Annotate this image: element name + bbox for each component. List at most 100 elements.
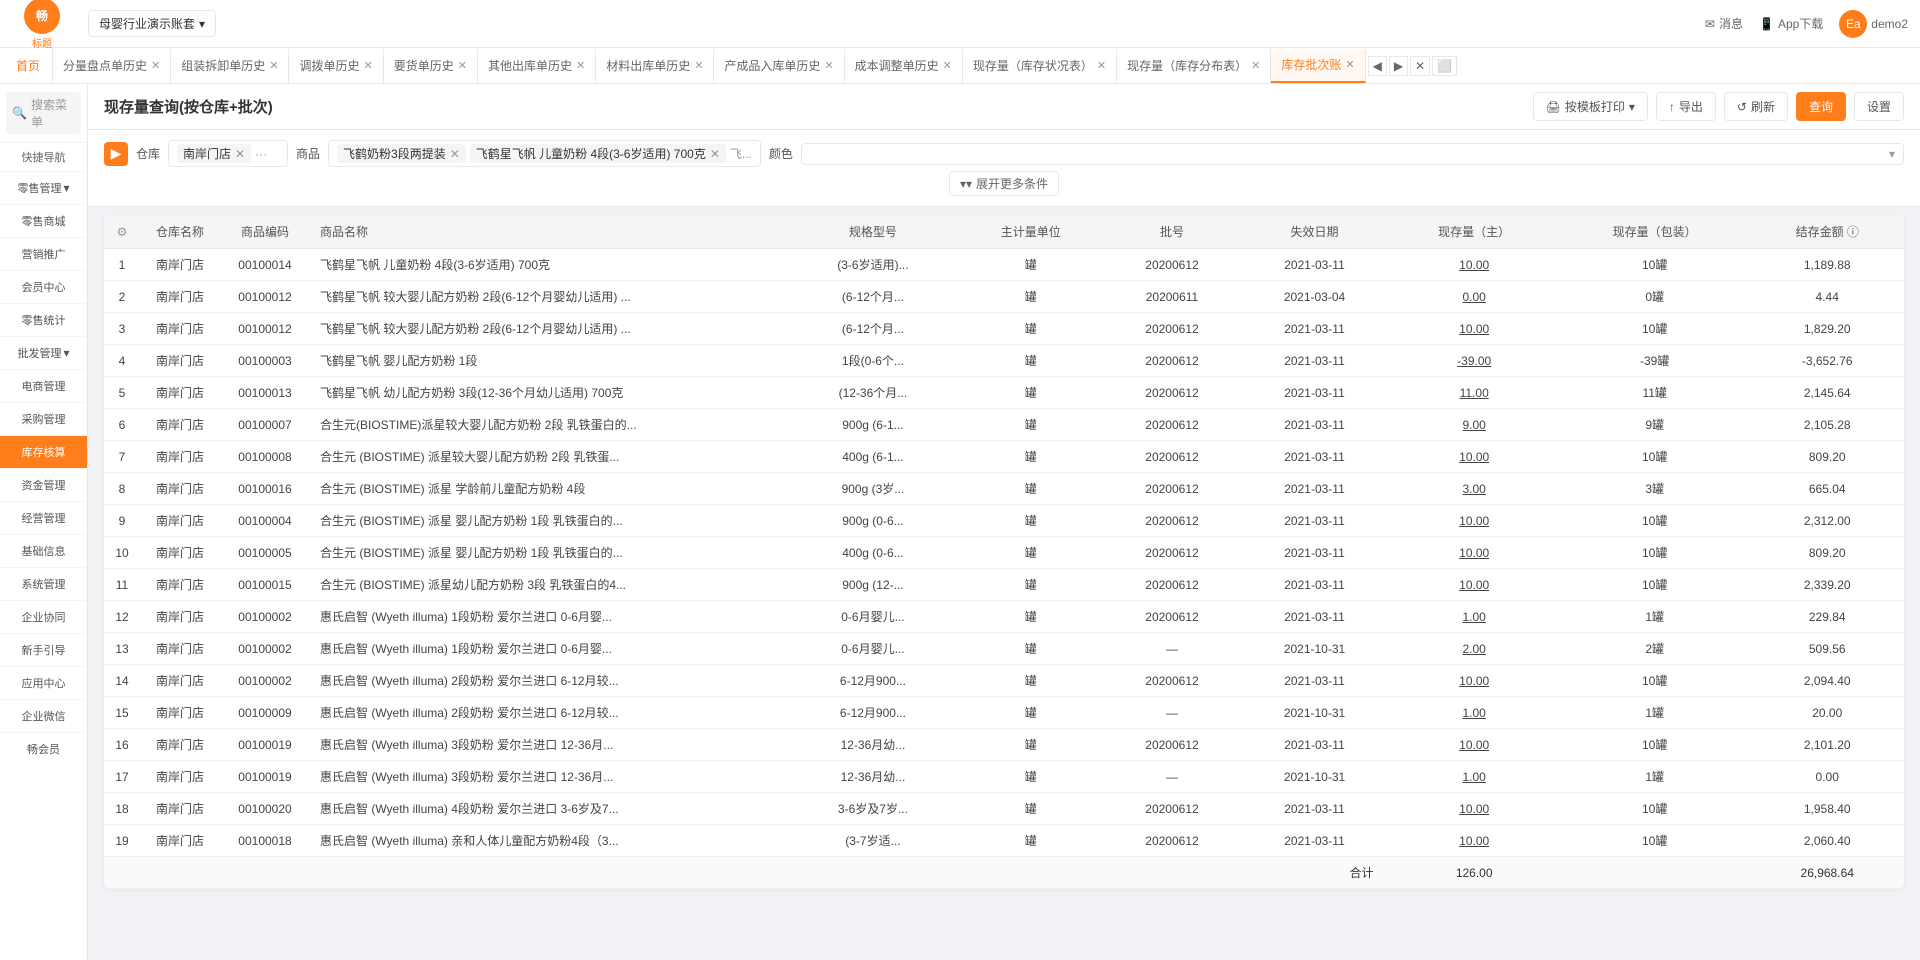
settings-btn[interactable]: 设置 — [1854, 92, 1904, 121]
tab-close-6[interactable]: ✕ — [694, 59, 703, 72]
sidebar-item-wechat[interactable]: 企业微信 — [0, 699, 87, 732]
sidebar-item-marketing[interactable]: 营销推广 — [0, 237, 87, 270]
sidebar-item-retail-stats[interactable]: 零售统计 — [0, 303, 87, 336]
cell-spec: (12-36个月... — [789, 377, 957, 409]
print-btn[interactable]: 🖨 按模板打印 ▾ — [1533, 92, 1648, 121]
sidebar-search-box[interactable]: 🔍 搜索菜单 — [6, 92, 81, 134]
tab-close-10[interactable]: ✕ — [1251, 59, 1260, 72]
tab-9[interactable]: 现存量（库存状况表）✕ — [963, 49, 1117, 83]
tab-prev-btn[interactable]: ◀ — [1368, 56, 1387, 76]
tab-10[interactable]: 现存量（库存分布表）✕ — [1117, 49, 1271, 83]
cell-amount: 2,312.00 — [1750, 505, 1904, 537]
color-filter-tag-group[interactable]: ▾ — [801, 143, 1904, 165]
refresh-btn[interactable]: ↺ 刷新 — [1724, 92, 1788, 121]
app-download-btn[interactable]: 📱 App下载 — [1759, 15, 1823, 32]
sidebar-item-purchase[interactable]: 采购管理 — [0, 402, 87, 435]
tab-close-all-btn[interactable]: ✕ — [1410, 56, 1430, 76]
tab-close-11[interactable]: ✕ — [1345, 58, 1354, 71]
sidebar-quick-nav[interactable]: 快捷导航 — [0, 142, 87, 171]
tab-maximize-btn[interactable]: ⬜ — [1432, 56, 1457, 76]
cell-qty-main[interactable]: 3.00 — [1389, 473, 1558, 505]
user-profile[interactable]: Ea demo2 — [1839, 10, 1908, 38]
tab-7[interactable]: 产成品入库单历史 ✕ — [714, 49, 844, 83]
gear-icon[interactable]: ⚙ — [117, 225, 128, 239]
cell-name: 飞鹤星飞帆 儿童奶粉 4段(3-6岁适用) 700克 — [310, 249, 789, 281]
tab-5[interactable]: 其他出库单历史 ✕ — [478, 49, 596, 83]
cell-name: 合生元 (BIOSTIME) 派星较大婴儿配方奶粉 2段 乳铁蛋... — [310, 441, 789, 473]
cell-qty-main[interactable]: 10.00 — [1389, 793, 1558, 825]
tab-2[interactable]: 组装拆卸单历史 ✕ — [171, 49, 289, 83]
tab-close-2[interactable]: ✕ — [269, 59, 278, 72]
cell-qty-main[interactable]: 10.00 — [1389, 825, 1558, 857]
tab-close-8[interactable]: ✕ — [943, 59, 952, 72]
tab-close-1[interactable]: ✕ — [151, 59, 160, 72]
cell-qty-main[interactable]: 9.00 — [1389, 409, 1558, 441]
cell-qty-main[interactable]: 10.00 — [1389, 249, 1558, 281]
query-btn[interactable]: 查询 — [1796, 92, 1846, 121]
warehouse-more[interactable]: ··· — [255, 147, 267, 161]
product-more[interactable]: 飞... — [730, 145, 752, 162]
tab-close-7[interactable]: ✕ — [824, 59, 833, 72]
sidebar-item-guide[interactable]: 新手引导 — [0, 633, 87, 666]
cell-expire: 2021-03-11 — [1240, 505, 1390, 537]
refresh-label: 刷新 — [1751, 98, 1775, 115]
cell-code: 00100014 — [220, 249, 310, 281]
product-tag-2-close[interactable]: ✕ — [710, 147, 720, 161]
sidebar-item-operations[interactable]: 经营管理 — [0, 501, 87, 534]
tab-3[interactable]: 调拨单历史 ✕ — [289, 49, 383, 83]
sidebar-item-inventory[interactable]: 库存核算 — [0, 435, 87, 468]
cell-qty-main[interactable]: 11.00 — [1389, 377, 1558, 409]
sidebar-item-ecommerce[interactable]: 电商管理 — [0, 369, 87, 402]
sidebar-item-app-center[interactable]: 应用中心 — [0, 666, 87, 699]
sidebar-item-retail-store[interactable]: 零售商城 — [0, 204, 87, 237]
cell-qty-main[interactable]: 1.00 — [1389, 697, 1558, 729]
product-tag-1-close[interactable]: ✕ — [450, 147, 460, 161]
cell-qty-main[interactable]: 2.00 — [1389, 633, 1558, 665]
cell-batch: — — [1104, 761, 1239, 793]
tab-4[interactable]: 要货单历史 ✕ — [384, 49, 478, 83]
sidebar-item-cooperation[interactable]: 企业协同 — [0, 600, 87, 633]
tab-close-3[interactable]: ✕ — [364, 59, 373, 72]
cell-qty-main[interactable]: 10.00 — [1389, 441, 1558, 473]
cell-qty-main[interactable]: 1.00 — [1389, 761, 1558, 793]
sidebar-item-wholesale[interactable]: 批发管理 ▾ — [0, 336, 87, 369]
cell-qty-main[interactable]: 10.00 — [1389, 569, 1558, 601]
tab-next-btn[interactable]: ▶ — [1389, 56, 1408, 76]
cell-code: 00100015 — [220, 569, 310, 601]
cell-qty-main[interactable]: 0.00 — [1389, 281, 1558, 313]
sidebar-item-system[interactable]: 系统管理 — [0, 567, 87, 600]
tab-close-9[interactable]: ✕ — [1097, 59, 1106, 72]
col-header-amount: 结存金额 ⓘ — [1750, 215, 1904, 249]
filter-expand-btn[interactable]: ▶ — [104, 142, 128, 166]
cell-qty-main[interactable]: 10.00 — [1389, 665, 1558, 697]
sidebar-item-finance[interactable]: 资金管理 — [0, 468, 87, 501]
expand-more-btn[interactable]: ▾▾ 展开更多条件 — [949, 171, 1059, 196]
tab-home[interactable]: 首页 — [4, 48, 53, 83]
cell-index: 11 — [104, 569, 140, 601]
tab-close-4[interactable]: ✕ — [458, 59, 467, 72]
sidebar-item-member-center[interactable]: 会员中心 — [0, 270, 87, 303]
cell-qty-main[interactable]: 10.00 — [1389, 313, 1558, 345]
tab-8[interactable]: 成本调整单历史 ✕ — [845, 49, 963, 83]
product-filter-tag-group[interactable]: 飞鹤奶粉3段两提装 ✕ 飞鹤星飞帆 儿童奶粉 4段(3-6岁适用) 700克 ✕… — [328, 140, 761, 167]
sidebar-item-basic-info[interactable]: 基础信息 — [0, 534, 87, 567]
sidebar-item-retail-management[interactable]: 零售管理 ▾ — [0, 171, 87, 204]
workspace-selector[interactable]: 母婴行业演示账套 ▾ — [88, 10, 216, 37]
cell-qty-main[interactable]: 10.00 — [1389, 729, 1558, 761]
message-btn[interactable]: ✉ 消息 — [1705, 15, 1743, 32]
tab-11[interactable]: 库存批次账 ✕ — [1271, 49, 1365, 83]
cell-qty-main[interactable]: 1.00 — [1389, 601, 1558, 633]
sidebar-item-member[interactable]: 畅会员 — [0, 732, 87, 765]
warehouse-filter-tag-group[interactable]: 南岸门店 ✕ ··· — [168, 140, 288, 167]
tab-close-5[interactable]: ✕ — [576, 59, 585, 72]
cell-qty-main[interactable]: -39.00 — [1389, 345, 1558, 377]
cell-qty-main[interactable]: 10.00 — [1389, 505, 1558, 537]
cell-qty-main[interactable]: 10.00 — [1389, 537, 1558, 569]
export-btn[interactable]: ↑ 导出 — [1656, 92, 1716, 121]
tab-6[interactable]: 材料出库单历史 ✕ — [596, 49, 714, 83]
col-header-unit: 主计量单位 — [957, 215, 1104, 249]
col-header-settings[interactable]: ⚙ — [104, 215, 140, 249]
cell-amount: 229.84 — [1750, 601, 1904, 633]
tab-1[interactable]: 分量盘点单历史 ✕ — [53, 49, 171, 83]
warehouse-tag-close[interactable]: ✕ — [235, 147, 245, 161]
